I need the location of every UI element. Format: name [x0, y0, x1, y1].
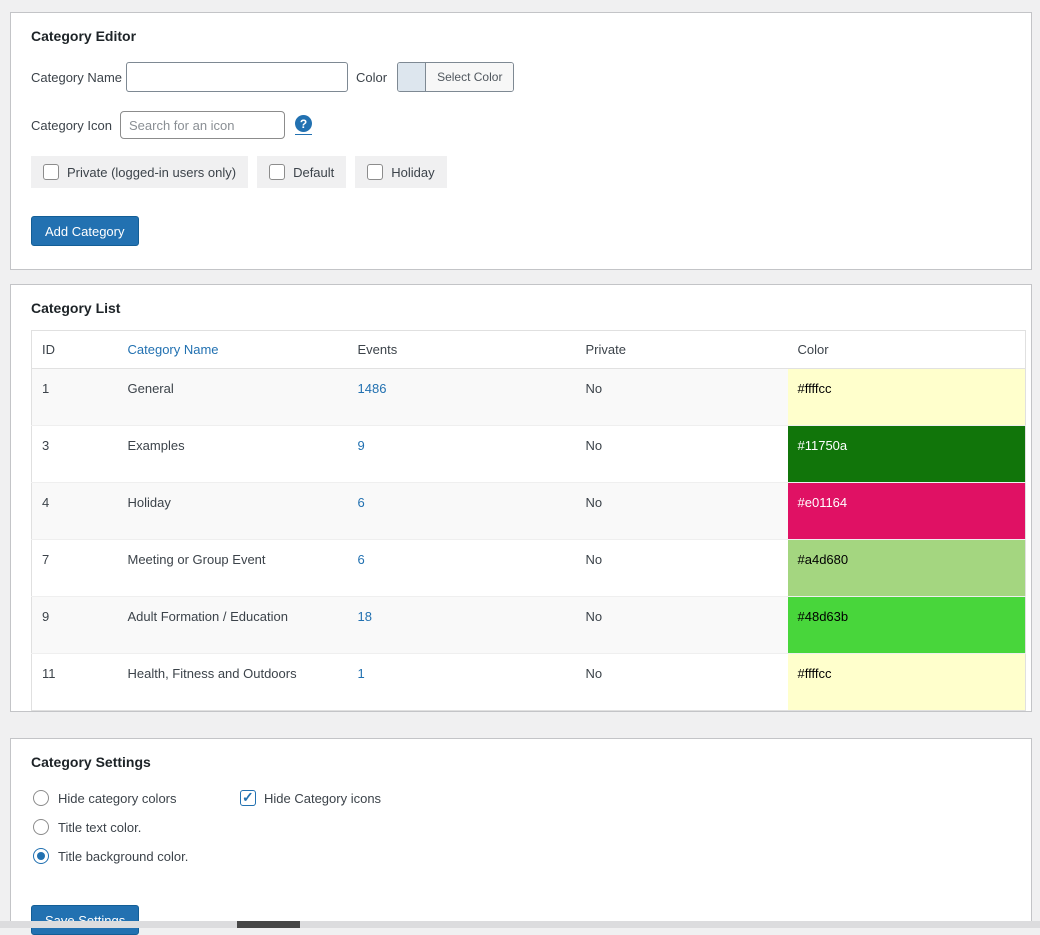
- cell-name: Meeting or Group Event: [117, 539, 348, 597]
- cell-name: Adult Formation / Education: [117, 596, 348, 654]
- table-header-row: ID Category Name Events Private Color: [31, 330, 1026, 369]
- col-header-events: Events: [347, 330, 576, 369]
- default-checkbox-label: Default: [293, 164, 335, 180]
- category-icon-label: Category Icon: [31, 117, 112, 133]
- cell-events: 6: [347, 539, 576, 597]
- col-header-id: ID: [31, 330, 118, 369]
- hide-icons-checkbox: [240, 789, 256, 806]
- add-category-button[interactable]: Add Category: [31, 216, 139, 246]
- cell-id: 1: [31, 368, 118, 426]
- category-list-title: Category List: [31, 300, 121, 316]
- col-header-name: Category Name: [117, 330, 348, 369]
- sort-by-name-link[interactable]: Category Name: [128, 342, 219, 357]
- events-count-link[interactable]: 1486: [358, 381, 387, 396]
- radio-title-background-color[interactable]: Title background color.: [33, 848, 1031, 864]
- select-color-label: Select Color: [425, 63, 514, 91]
- radio-icon-selected: [33, 848, 49, 864]
- category-icon-row: Category Icon ?: [31, 111, 1011, 139]
- category-list-panel: Category List ID Category Name Events Pr…: [10, 284, 1032, 712]
- radio-label: Title text color.: [58, 819, 142, 835]
- holiday-checkbox-label: Holiday: [391, 164, 435, 180]
- cell-events: 6: [347, 482, 576, 540]
- category-table: ID Category Name Events Private Color 1 …: [31, 330, 1026, 711]
- color-swatch: [398, 63, 426, 91]
- holiday-checkbox-chip[interactable]: Holiday: [355, 156, 447, 188]
- radio-hide-category-colors[interactable]: Hide category colors: [33, 790, 1031, 806]
- cell-events: 1: [347, 653, 576, 711]
- category-editor-title: Category Editor: [31, 28, 137, 44]
- hide-category-icons-checkbox-row[interactable]: Hide Category icons: [240, 789, 382, 806]
- private-checkbox-chip[interactable]: Private (logged-in users only): [31, 156, 249, 188]
- question-mark-icon: ?: [295, 115, 312, 132]
- radio-title-text-color[interactable]: Title text color.: [33, 819, 1031, 835]
- category-name-input[interactable]: [126, 62, 348, 92]
- table-row: 3 Examples 9 No #11750a: [31, 425, 1026, 483]
- cell-events: 1486: [347, 368, 576, 426]
- cell-name: Examples: [117, 425, 348, 483]
- save-settings-button[interactable]: Save Settings: [31, 905, 140, 935]
- radio-icon: [33, 819, 49, 835]
- select-color-button[interactable]: Select Color: [397, 62, 515, 92]
- settings-options: Hide category colors Title text color. T…: [33, 789, 1031, 864]
- cell-id: 7: [31, 539, 118, 597]
- default-checkbox-chip[interactable]: Default: [257, 156, 347, 188]
- events-count-link[interactable]: 6: [358, 552, 365, 567]
- cell-private: No: [575, 539, 788, 597]
- default-checkbox: [269, 164, 286, 180]
- horizontal-scrollbar[interactable]: [0, 921, 1040, 928]
- category-options-row: Private (logged-in users only) Default H…: [31, 156, 1011, 188]
- holiday-checkbox: [367, 164, 384, 180]
- cell-name: General: [117, 368, 348, 426]
- table-row: 4 Holiday 6 No #e01164: [31, 482, 1026, 540]
- icon-help-link[interactable]: ?: [295, 115, 312, 135]
- cell-events: 18: [347, 596, 576, 654]
- col-header-private: Private: [575, 330, 788, 369]
- table-row: 9 Adult Formation / Education 18 No #48d…: [31, 596, 1026, 654]
- cell-private: No: [575, 425, 788, 483]
- private-checkbox-label: Private (logged-in users only): [67, 164, 237, 180]
- cell-private: No: [575, 368, 788, 426]
- cell-events: 9: [347, 425, 576, 483]
- cell-id: 11: [31, 653, 118, 711]
- radio-icon: [33, 790, 49, 806]
- color-label: Color: [356, 69, 388, 85]
- category-settings-panel: Category Settings Hide category colors T…: [10, 738, 1032, 935]
- category-name-label: Category Name: [31, 69, 123, 85]
- hide-icons-label: Hide Category icons: [264, 790, 382, 806]
- cell-id: 9: [31, 596, 118, 654]
- category-name-row: Category Name Color Select Color: [31, 62, 1011, 92]
- icon-search-input[interactable]: [120, 111, 285, 139]
- table-row: 11 Health, Fitness and Outdoors 1 No #ff…: [31, 653, 1026, 711]
- events-count-link[interactable]: 18: [358, 609, 372, 624]
- cell-name: Health, Fitness and Outdoors: [117, 653, 348, 711]
- events-count-link[interactable]: 9: [358, 438, 365, 453]
- radio-label: Hide category colors: [58, 790, 177, 806]
- table-row: 1 General 1486 No #ffffcc: [31, 368, 1026, 426]
- cell-id: 4: [31, 482, 118, 540]
- horizontal-scrollbar-thumb[interactable]: [237, 921, 300, 928]
- cell-private: No: [575, 482, 788, 540]
- events-count-link[interactable]: 1: [358, 666, 365, 681]
- cell-color: #a4d680: [787, 539, 1026, 597]
- cell-private: No: [575, 653, 788, 711]
- radio-label: Title background color.: [58, 848, 189, 864]
- cell-color: #ffffcc: [787, 368, 1026, 426]
- cell-color: #ffffcc: [787, 653, 1026, 711]
- cell-private: No: [575, 596, 788, 654]
- cell-name: Holiday: [117, 482, 348, 540]
- category-settings-title: Category Settings: [31, 754, 151, 770]
- category-editor-panel: Category Editor Category Name Color Sele…: [10, 12, 1032, 270]
- private-checkbox: [43, 164, 59, 180]
- cell-color: #e01164: [787, 482, 1026, 540]
- cell-id: 3: [31, 425, 118, 483]
- cell-color: #48d63b: [787, 596, 1026, 654]
- table-row: 7 Meeting or Group Event 6 No #a4d680: [31, 539, 1026, 597]
- events-count-link[interactable]: 6: [358, 495, 365, 510]
- col-header-color: Color: [787, 330, 1026, 369]
- cell-color: #11750a: [787, 425, 1026, 483]
